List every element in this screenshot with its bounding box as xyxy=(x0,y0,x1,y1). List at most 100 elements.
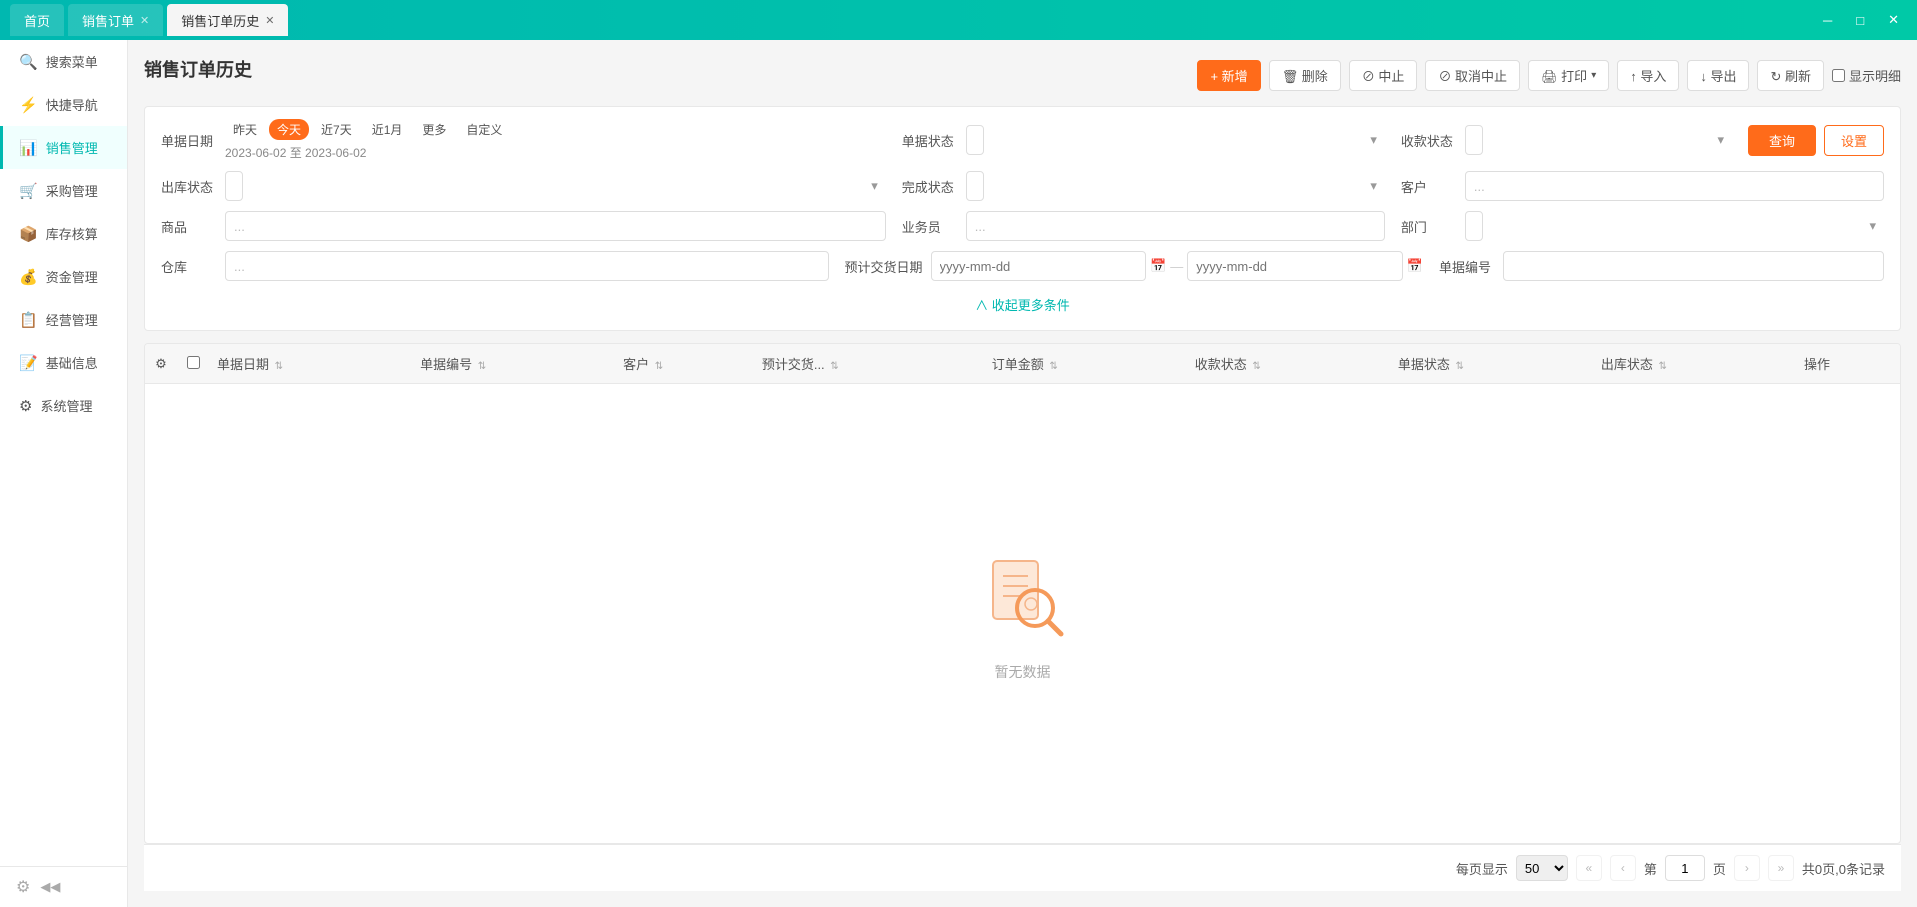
sidebar-item-inventory[interactable]: 📦 库存核算 xyxy=(0,212,127,255)
tab-home[interactable]: 首页 xyxy=(10,4,64,36)
table-header-row: ⚙ 单据日期 ⇅ 单据编号 ⇅ xyxy=(145,344,1900,384)
receipt-status-select[interactable] xyxy=(1465,125,1483,155)
sidebar-item-capital-mgmt-label: 资金管理 xyxy=(46,267,98,286)
order-status-select[interactable] xyxy=(966,125,984,155)
date-chip-custom[interactable]: 自定义 xyxy=(458,119,510,140)
close-button[interactable]: ✕ xyxy=(1880,8,1907,32)
th-receipt-status[interactable]: 收款状态 ⇅ xyxy=(1187,344,1390,384)
customer-label: 客户 xyxy=(1401,177,1457,196)
sidebar-item-operations-mgmt[interactable]: 📋 经营管理 xyxy=(0,298,127,341)
th-order-no[interactable]: 单据编号 ⇅ xyxy=(412,344,615,384)
last-page-button[interactable]: » xyxy=(1768,855,1794,881)
warehouse-input[interactable] xyxy=(225,251,829,281)
date-chip-7days[interactable]: 近7天 xyxy=(313,119,360,140)
first-page-button[interactable]: « xyxy=(1576,855,1602,881)
sidebar-item-search-menu[interactable]: 🔍 搜索菜单 xyxy=(0,40,127,83)
delete-button[interactable]: 🗑 删除 xyxy=(1269,60,1341,91)
sidebar-item-sys-mgmt[interactable]: ⚙ 系统管理 xyxy=(0,384,127,427)
tab-sales-order-history-close[interactable]: ✕ xyxy=(265,14,274,27)
query-button[interactable]: 查询 xyxy=(1748,125,1816,156)
calendar-to-icon[interactable]: 📅 xyxy=(1407,258,1423,274)
page-input[interactable] xyxy=(1665,855,1705,881)
sidebar-item-purchase-mgmt[interactable]: 🛒 采购管理 xyxy=(0,169,127,212)
stop-button[interactable]: ⊘ 中止 xyxy=(1349,60,1418,91)
sort-receipt-status-icon: ⇅ xyxy=(1252,361,1260,372)
print-button[interactable]: 🖨 打印 ▾ xyxy=(1528,60,1609,91)
sys-mgmt-icon: ⚙ xyxy=(19,397,32,415)
new-button[interactable]: + 新增 xyxy=(1197,60,1260,91)
th-settings: ⚙ xyxy=(145,344,177,384)
filter-delivery-date-item: 预计交货日期 📅 — 📅 xyxy=(845,251,1424,281)
dept-label: 部门 xyxy=(1401,217,1457,236)
tab-sales-order[interactable]: 销售订单 ✕ xyxy=(68,4,163,36)
completion-status-select[interactable] xyxy=(966,171,984,201)
th-actions-label: 操作 xyxy=(1804,357,1830,372)
settings-bottom-icon[interactable]: ⚙ xyxy=(16,877,30,897)
page-title: 销售订单历史 xyxy=(144,56,252,82)
print-dropdown-icon[interactable]: ▾ xyxy=(1591,70,1596,81)
sidebar-item-inventory-label: 库存核算 xyxy=(46,224,98,243)
date-chip-more[interactable]: 更多 xyxy=(414,119,454,140)
search-menu-icon: 🔍 xyxy=(19,53,38,71)
sidebar-item-sales-mgmt[interactable]: 📊 销售管理 xyxy=(0,126,127,169)
export-button[interactable]: ↓ 导出 xyxy=(1687,60,1749,91)
display-toggle-checkbox[interactable] xyxy=(1832,69,1845,82)
product-label: 商品 xyxy=(161,217,217,236)
sidebar-item-basic-info[interactable]: 📝 基础信息 xyxy=(0,341,127,384)
sidebar-item-quick-nav[interactable]: ⚡ 快捷导航 xyxy=(0,83,127,126)
product-input[interactable] xyxy=(225,211,886,241)
tab-sales-order-history[interactable]: 销售订单历史 ✕ xyxy=(167,4,288,36)
sidebar-item-quick-nav-label: 快捷导航 xyxy=(46,95,98,114)
next-page-button[interactable]: › xyxy=(1734,855,1760,881)
tab-sales-order-label: 销售订单 xyxy=(82,11,134,30)
collapse-more-btn[interactable]: ∧ 收起更多条件 xyxy=(161,291,1884,318)
salesman-input[interactable] xyxy=(966,211,1385,241)
filter-outbound-item: 出库状态 xyxy=(161,171,886,201)
sort-customer-icon: ⇅ xyxy=(655,361,663,372)
page-size-label: 每页显示 xyxy=(1456,859,1508,878)
outbound-status-select[interactable] xyxy=(225,171,243,201)
order-status-label: 单据状态 xyxy=(902,131,958,150)
tab-sales-order-close[interactable]: ✕ xyxy=(140,14,149,27)
th-checkbox xyxy=(177,344,209,384)
warehouse-label: 仓库 xyxy=(161,257,217,276)
table-settings-icon[interactable]: ⚙ xyxy=(155,356,167,371)
cancel-stop-button[interactable]: ⊘ 取消中止 xyxy=(1425,60,1520,91)
customer-input[interactable] xyxy=(1465,171,1884,201)
import-button[interactable]: ↑ 导入 xyxy=(1617,60,1679,91)
display-toggle: 显示明细 xyxy=(1832,66,1901,85)
display-toggle-label[interactable]: 显示明细 xyxy=(1849,66,1901,85)
minimize-button[interactable]: ─ xyxy=(1815,9,1840,32)
th-delivery-date[interactable]: 预计交货... ⇅ xyxy=(754,344,984,384)
sidebar-item-sales-mgmt-label: 销售管理 xyxy=(46,138,98,157)
refresh-button[interactable]: ↻ 刷新 xyxy=(1757,60,1824,91)
sidebar-item-capital-mgmt[interactable]: 💰 资金管理 xyxy=(0,255,127,298)
th-order-status[interactable]: 单据状态 ⇅ xyxy=(1390,344,1593,384)
settings-button[interactable]: 设置 xyxy=(1824,125,1884,156)
table-wrapper: ⚙ 单据日期 ⇅ 单据编号 ⇅ xyxy=(144,343,1901,844)
sort-order-status-icon: ⇅ xyxy=(1455,361,1463,372)
delivery-date-from[interactable] xyxy=(931,251,1147,281)
collapse-more-label: ∧ 收起更多条件 xyxy=(975,295,1070,314)
th-date[interactable]: 单据日期 ⇅ xyxy=(209,344,412,384)
date-chip-1month[interactable]: 近1月 xyxy=(364,119,411,140)
th-customer[interactable]: 客户 ⇅ xyxy=(615,344,754,384)
date-chip-today[interactable]: 今天 xyxy=(269,119,309,140)
export-button-label: ↓ 导出 xyxy=(1700,66,1736,85)
refresh-button-label: ↻ 刷新 xyxy=(1770,66,1811,85)
calendar-from-icon[interactable]: 📅 xyxy=(1150,258,1166,274)
select-all-checkbox[interactable] xyxy=(187,356,200,369)
th-amount[interactable]: 订单金额 ⇅ xyxy=(984,344,1187,384)
collapse-icon[interactable]: ◀◀ xyxy=(40,879,60,895)
total-records: 共0页,0条记录 xyxy=(1802,859,1885,878)
order-no-input[interactable] xyxy=(1503,251,1884,281)
page-size-select[interactable]: 50 10 20 100 xyxy=(1516,855,1568,881)
date-filter-chips: 昨天 今天 近7天 近1月 更多 自定义 xyxy=(225,119,886,140)
delivery-date-to[interactable] xyxy=(1187,251,1403,281)
maximize-button[interactable]: □ xyxy=(1848,9,1872,32)
th-outbound-status[interactable]: 出库状态 ⇅ xyxy=(1593,344,1796,384)
prev-page-button[interactable]: ‹ xyxy=(1610,855,1636,881)
filter-completion-item: 完成状态 xyxy=(902,171,1385,201)
dept-select[interactable] xyxy=(1465,211,1483,241)
date-chip-yesterday[interactable]: 昨天 xyxy=(225,119,265,140)
